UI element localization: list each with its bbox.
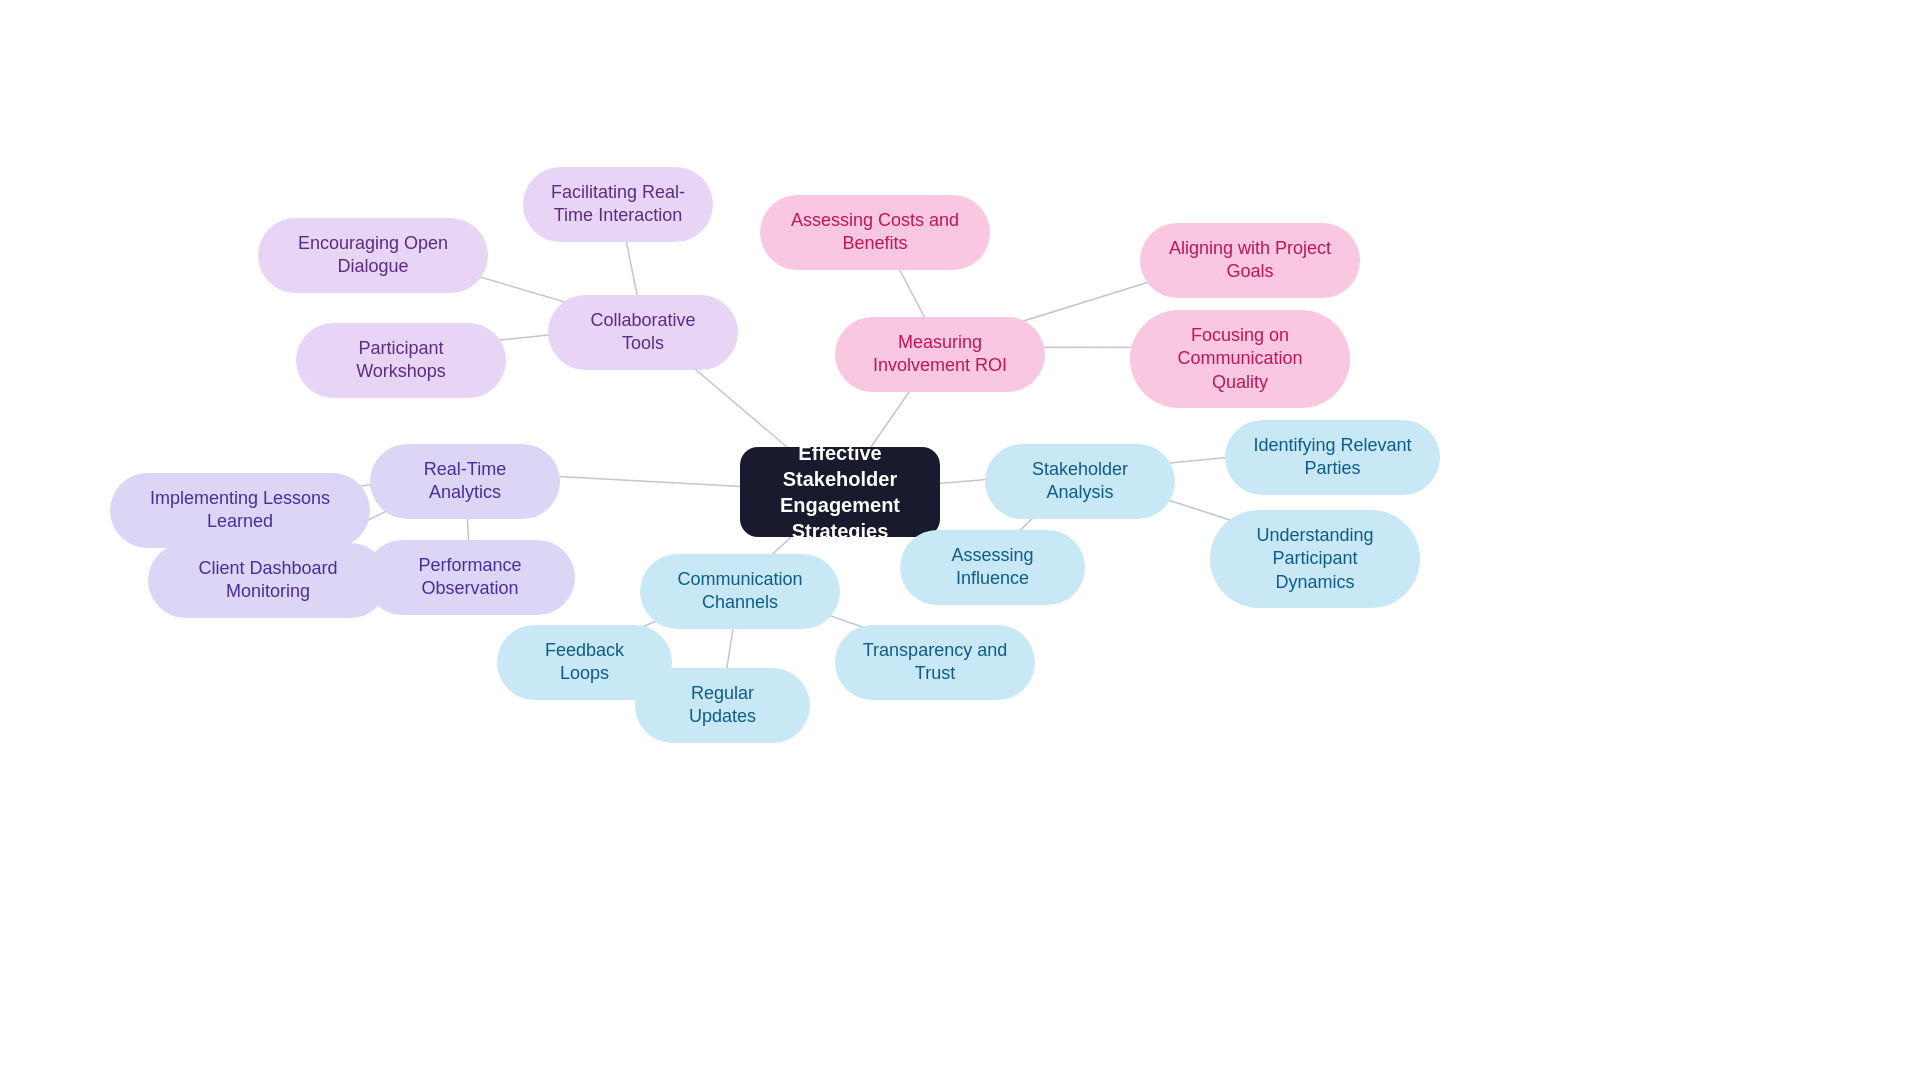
node-facilitating-realtime: Facilitating Real-Time Interaction bbox=[523, 167, 713, 242]
node-participant-workshops: Participant Workshops bbox=[296, 323, 506, 398]
node-measuring-roi: Measuring Involvement ROI bbox=[835, 317, 1045, 392]
node-implementing-lessons: Implementing Lessons Learned bbox=[110, 473, 370, 548]
node-assessing-costs: Assessing Costs and Benefits bbox=[760, 195, 990, 270]
node-aligning-project-goals: Aligning with Project Goals bbox=[1140, 223, 1360, 298]
node-collaborative-tools: Collaborative Tools bbox=[548, 295, 738, 370]
node-regular-updates: Regular Updates bbox=[635, 668, 810, 743]
node-transparency-trust: Transparency and Trust bbox=[835, 625, 1035, 700]
node-understanding-dynamics: Understanding Participant Dynamics bbox=[1210, 510, 1420, 608]
node-real-time-analytics: Real-Time Analytics bbox=[370, 444, 560, 519]
node-stakeholder-analysis: Stakeholder Analysis bbox=[985, 444, 1175, 519]
mindmap-canvas: Effective Stakeholder Engagement Strateg… bbox=[0, 0, 1920, 1083]
node-performance-observation: Performance Observation bbox=[365, 540, 575, 615]
node-assessing-influence: Assessing Influence bbox=[900, 530, 1085, 605]
node-client-dashboard: Client Dashboard Monitoring bbox=[148, 543, 388, 618]
node-focusing-communication: Focusing on Communication Quality bbox=[1130, 310, 1350, 408]
center-node: Effective Stakeholder Engagement Strateg… bbox=[740, 447, 940, 537]
node-identifying-parties: Identifying Relevant Parties bbox=[1225, 420, 1440, 495]
node-encouraging-dialogue: Encouraging Open Dialogue bbox=[258, 218, 488, 293]
node-communication-channels: Communication Channels bbox=[640, 554, 840, 629]
